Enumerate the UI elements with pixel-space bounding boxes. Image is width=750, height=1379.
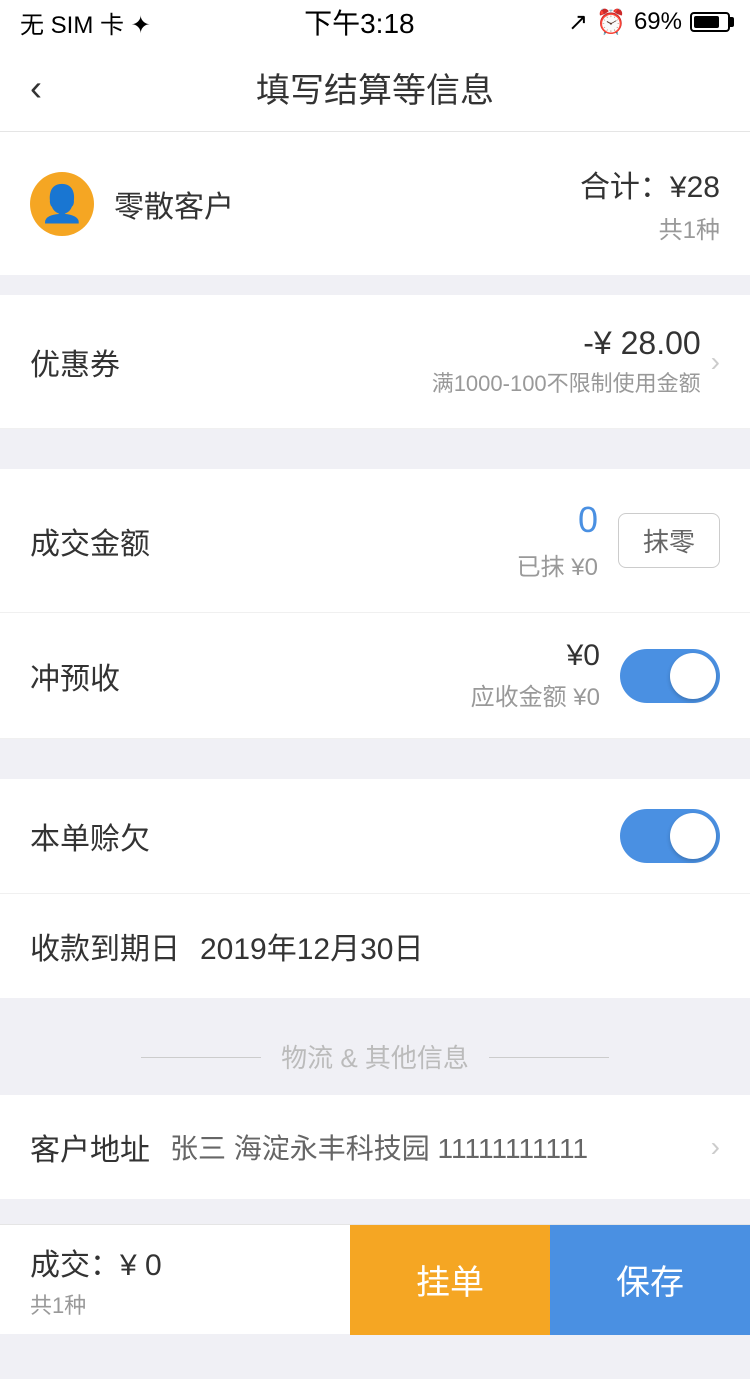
- deal-amount-col: 0 已抹 ¥0: [517, 499, 598, 582]
- due-date-value[interactable]: 2019年12月30日: [200, 924, 423, 968]
- hold-button[interactable]: 挂单: [350, 1225, 550, 1335]
- deal-amount-sub: 已抹 ¥0: [517, 547, 598, 582]
- page-title: 填写结算等信息: [256, 63, 494, 112]
- customer-info: 👤 零散客户: [30, 172, 234, 236]
- deal-amount-value[interactable]: 0: [538, 499, 598, 541]
- bottom-count: 共1种: [30, 1288, 320, 1320]
- address-value: 张三 海淀永丰科技园 11111111111: [170, 1127, 711, 1167]
- credit-toggle[interactable]: [620, 809, 720, 863]
- toggle-knob: [670, 653, 716, 699]
- location-icon: ↗: [568, 8, 588, 37]
- status-right: ↗ ⏰ 69%: [568, 8, 730, 37]
- deal-amount-row: 成交金额 0 已抹 ¥0 抹零: [0, 469, 750, 613]
- credit-row: 本单赊欠: [0, 779, 750, 893]
- customer-total: 合计：¥28 共1种: [580, 162, 720, 245]
- bottom-deal-value: ¥ 0: [120, 1249, 162, 1282]
- status-left: 无 SIM 卡 ✦: [20, 5, 151, 40]
- preadvance-row: 冲预收 ¥0 应收金额 ¥0: [0, 613, 750, 739]
- address-chevron-icon: ›: [711, 1131, 720, 1163]
- customer-row: 👤 零散客户 合计：¥28 共1种: [0, 132, 750, 275]
- deal-amount-right: 0 已抹 ¥0 抹零: [517, 499, 720, 582]
- address-label: 客户地址: [30, 1125, 150, 1169]
- bottom-bar: 成交：¥ 0 共1种 挂单 保存: [0, 1224, 750, 1334]
- due-date-row: 收款到期日 2019年12月30日: [0, 893, 750, 998]
- preadvance-main-amount: ¥0: [471, 639, 600, 673]
- coupon-label: 优惠券: [30, 340, 120, 384]
- customer-name: 零散客户: [114, 182, 234, 226]
- save-button[interactable]: 保存: [550, 1225, 750, 1335]
- bottom-deal-label: 成交：: [30, 1249, 120, 1282]
- section-divider-2: [0, 759, 750, 779]
- status-time: 下午3:18: [304, 2, 415, 42]
- status-bar: 无 SIM 卡 ✦ 下午3:18 ↗ ⏰ 69%: [0, 0, 750, 44]
- bottom-summary: 成交：¥ 0 共1种: [0, 1240, 350, 1320]
- bottom-deal-amount: 成交：¥ 0: [30, 1240, 320, 1284]
- preadvance-amounts: ¥0 应收金额 ¥0: [471, 639, 600, 712]
- deal-amount-section: 成交金额 0 已抹 ¥0 抹零 冲预收 ¥0 应收金额 ¥0: [0, 469, 750, 739]
- address-section: 客户地址 张三 海淀永丰科技园 11111111111 ›: [0, 1095, 750, 1199]
- coupon-right: -¥ 28.00 满1000-100不限制使用金额 ›: [432, 325, 720, 398]
- content-area: 👤 零散客户 合计：¥28 共1种 优惠券 -¥ 28.00 满1000-100…: [0, 132, 750, 1379]
- round-button[interactable]: 抹零: [618, 513, 720, 568]
- due-date-label: 收款到期日: [30, 924, 180, 968]
- coupon-discount: -¥ 28.00: [432, 325, 701, 362]
- credit-toggle-knob: [670, 813, 716, 859]
- back-button[interactable]: ‹: [30, 67, 42, 109]
- credit-label: 本单赊欠: [30, 814, 150, 858]
- battery-percent: 69%: [634, 8, 682, 36]
- credit-section: 本单赊欠 收款到期日 2019年12月30日: [0, 779, 750, 998]
- avatar: 👤: [30, 172, 94, 236]
- sim-status: 无 SIM 卡 ✦: [20, 5, 151, 40]
- coupon-row[interactable]: 优惠券 -¥ 28.00 满1000-100不限制使用金额 ›: [0, 295, 750, 429]
- chevron-right-icon: ›: [711, 346, 720, 378]
- address-row[interactable]: 客户地址 张三 海淀永丰科技园 11111111111 ›: [0, 1095, 750, 1199]
- total-amount: 合计：¥28: [580, 162, 720, 206]
- preadvance-right: ¥0 应收金额 ¥0: [471, 639, 720, 712]
- nav-bar: ‹ 填写结算等信息: [0, 44, 750, 132]
- battery-icon: [690, 12, 730, 32]
- coupon-desc: 满1000-100不限制使用金额: [432, 366, 701, 398]
- coupon-section: 优惠券 -¥ 28.00 满1000-100不限制使用金额 ›: [0, 295, 750, 429]
- preadvance-sub-text: 应收金额 ¥0: [471, 677, 600, 712]
- total-count: 共1种: [580, 210, 720, 245]
- coupon-info: -¥ 28.00 满1000-100不限制使用金额: [432, 325, 701, 398]
- alarm-icon: ⏰: [596, 8, 626, 37]
- logistics-label: 物流 & 其他信息: [281, 1038, 469, 1075]
- section-divider-1: [0, 449, 750, 469]
- user-icon: 👤: [40, 183, 85, 225]
- preadvance-toggle[interactable]: [620, 649, 720, 703]
- logistics-divider: 物流 & 其他信息: [0, 1018, 750, 1095]
- preadvance-label: 冲预收: [30, 654, 120, 698]
- deal-amount-label: 成交金额: [30, 519, 150, 563]
